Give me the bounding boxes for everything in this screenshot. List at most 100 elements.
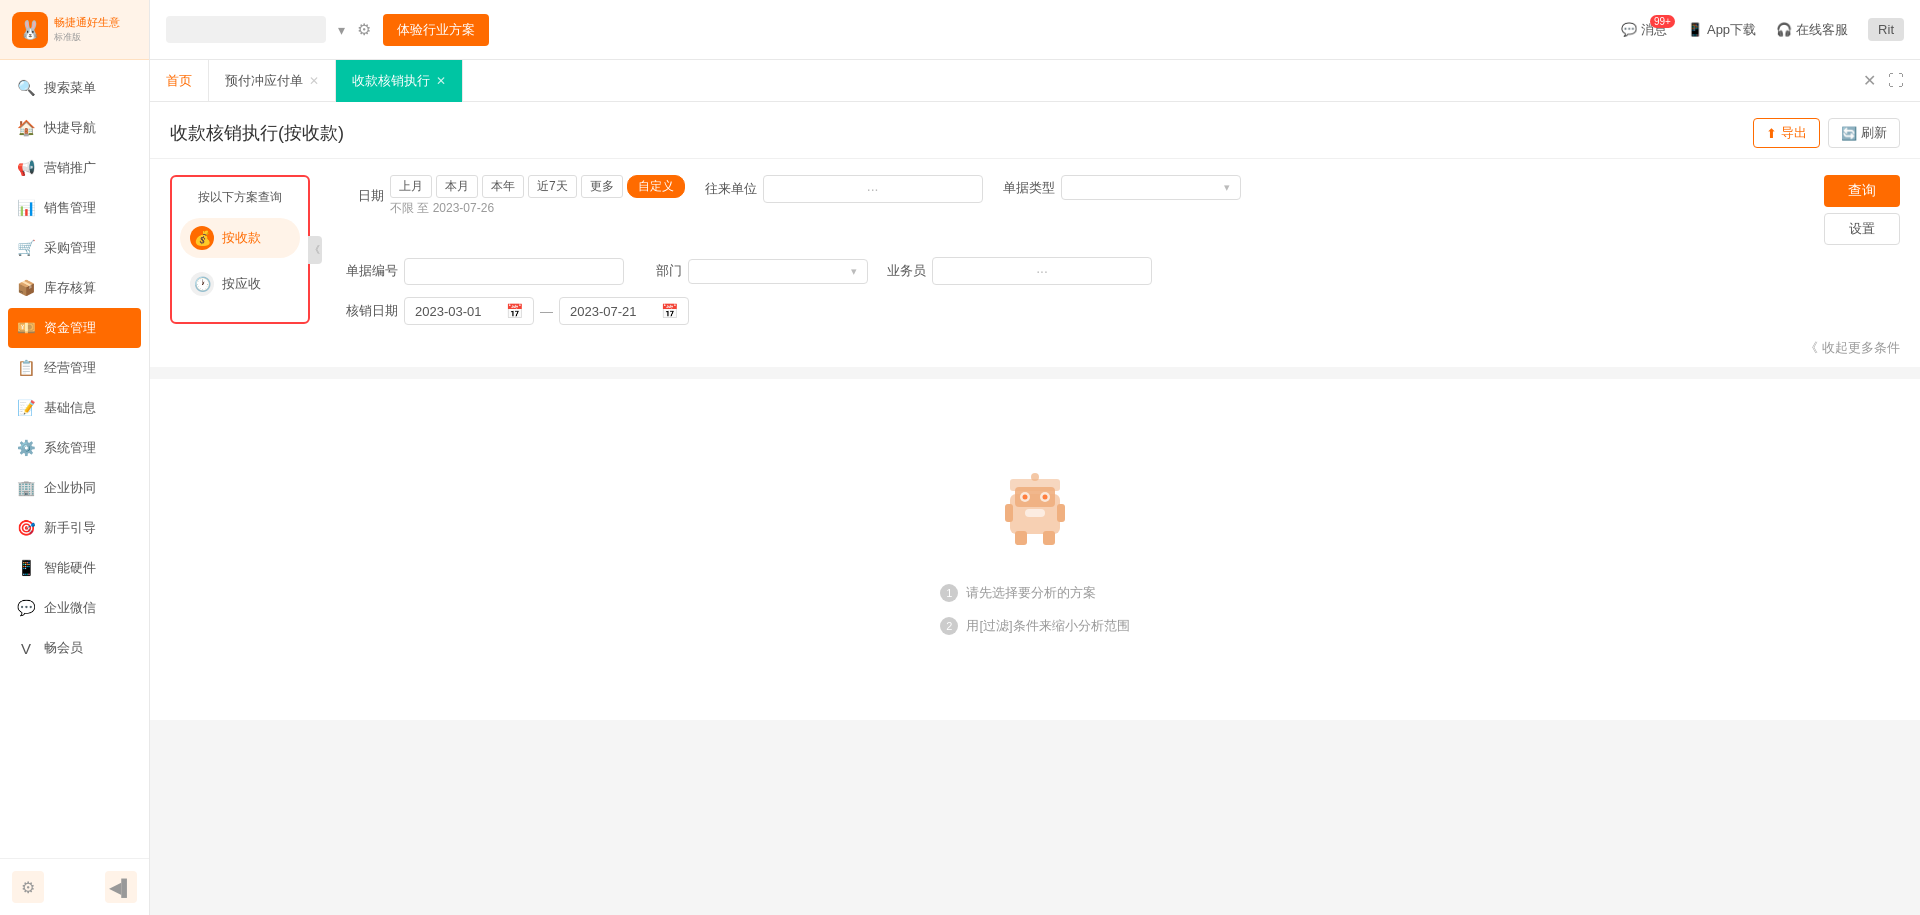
sidebar-item-member[interactable]: V 畅会员 — [0, 628, 149, 668]
wechat-icon: 💬 — [16, 598, 36, 618]
topbar-gear-btn[interactable]: ⚙ — [357, 20, 371, 39]
logo-icon: 🐰 — [12, 12, 48, 48]
refresh-icon: 🔄 — [1841, 126, 1857, 141]
page-title: 收款核销执行(按收款) — [170, 121, 344, 145]
filter-sidebar: 按以下方案查询 💰 按收款 🕐 按应收 《 — [170, 175, 310, 324]
maximize-btn[interactable]: ⛶ — [1884, 68, 1908, 94]
date-btn-custom[interactable]: 自定义 — [627, 175, 685, 198]
date-separator: — — [540, 304, 553, 319]
sidebar-item-purchase[interactable]: 🛒 采购管理 — [0, 228, 149, 268]
svg-point-12 — [1031, 473, 1039, 481]
sidebar-item-wechat[interactable]: 💬 企业微信 — [0, 588, 149, 628]
doc-number-input[interactable] — [404, 258, 624, 285]
settings-bottom-btn[interactable]: ⚙ — [12, 871, 44, 903]
guide-icon: 🎯 — [16, 518, 36, 538]
sidebar-item-basic[interactable]: 📝 基础信息 — [0, 388, 149, 428]
empty-tip-1: 1 请先选择要分析的方案 — [940, 579, 1129, 608]
filter-option-by-receipt[interactable]: 💰 按收款 — [180, 218, 300, 258]
tab-receipt-close[interactable]: ✕ — [436, 74, 446, 88]
collapse-sidebar-btn[interactable]: ◀▌ — [105, 871, 137, 903]
tip-num-2: 2 — [940, 617, 958, 635]
sidebar-item-guide[interactable]: 🎯 新手引导 — [0, 508, 149, 548]
filter-sidebar-collapse-btn[interactable]: 《 — [308, 236, 322, 264]
enterprise-icon: 🏢 — [16, 478, 36, 498]
export-icon: ⬆ — [1766, 126, 1777, 141]
counterparty-input[interactable]: ··· — [763, 175, 983, 203]
close-tab-btn[interactable]: ✕ — [1859, 67, 1880, 94]
doc-type-dropdown-arrow: ▾ — [1224, 181, 1230, 194]
topbar-dropdown-btn[interactable]: ▾ — [338, 22, 345, 38]
date-btn-7days[interactable]: 近7天 — [528, 175, 577, 198]
sidebar-bottom: ⚙ ◀▌ — [0, 858, 149, 915]
query-btn[interactable]: 查询 — [1824, 175, 1900, 207]
empty-tips: 1 请先选择要分析的方案 2 用[过滤]条件来缩小分析范围 — [940, 579, 1129, 640]
member-icon: V — [16, 638, 36, 658]
sidebar-item-inventory[interactable]: 📦 库存核算 — [0, 268, 149, 308]
writeoff-date-end-input[interactable]: 2023-07-21 📅 — [559, 297, 689, 325]
sidebar-item-operations[interactable]: 📋 经营管理 — [0, 348, 149, 388]
sidebar-item-enterprise[interactable]: 🏢 企业协同 — [0, 468, 149, 508]
date-btn-this-year[interactable]: 本年 — [482, 175, 524, 198]
writeoff-date-start-input[interactable]: 2023-03-01 📅 — [404, 297, 534, 325]
doc-number-field: 单据编号 — [342, 258, 624, 285]
export-btn[interactable]: ⬆ 导出 — [1753, 118, 1820, 148]
doc-type-label: 单据类型 — [999, 179, 1055, 197]
settings-btn[interactable]: 设置 — [1824, 213, 1900, 245]
service-icon: 🎧 — [1776, 22, 1792, 37]
calendar-start-icon[interactable]: 📅 — [506, 303, 523, 319]
collapse-more-btn[interactable]: 《 收起更多条件 — [342, 333, 1900, 367]
tabbar-actions: ✕ ⛶ — [1859, 67, 1920, 94]
dept-field: 部门 ▾ — [640, 259, 868, 284]
app-icon: 📱 — [1687, 22, 1703, 37]
date-btn-this-month[interactable]: 本月 — [436, 175, 478, 198]
page-header: 收款核销执行(按收款) ⬆ 导出 🔄 刷新 — [150, 102, 1920, 159]
sidebar-item-finance[interactable]: 💴 资金管理 — [8, 308, 141, 348]
doc-type-select[interactable]: ▾ — [1061, 175, 1241, 200]
refresh-btn[interactable]: 🔄 刷新 — [1828, 118, 1900, 148]
date-btn-last-month[interactable]: 上月 — [390, 175, 432, 198]
marketing-icon: 📢 — [16, 158, 36, 178]
filter-sidebar-title: 按以下方案查询 — [180, 189, 300, 206]
sidebar-item-search[interactable]: 🔍 搜索菜单 — [0, 68, 149, 108]
logo-text: 畅捷通好生意 — [54, 15, 120, 30]
sidebar-item-system[interactable]: ⚙️ 系统管理 — [0, 428, 149, 468]
svg-rect-10 — [1043, 531, 1055, 545]
user-profile-btn[interactable]: Rit — [1868, 18, 1904, 41]
message-btn[interactable]: 💬 消息 99+ — [1621, 21, 1667, 39]
message-icon: 💬 — [1621, 22, 1637, 37]
topbar-search-input[interactable] — [166, 16, 326, 43]
system-icon: ⚙️ — [16, 438, 36, 458]
calendar-end-icon[interactable]: 📅 — [661, 303, 678, 319]
staff-input[interactable]: ··· — [932, 257, 1152, 285]
sidebar-item-smart[interactable]: 📱 智能硬件 — [0, 548, 149, 588]
empty-illustration — [985, 459, 1085, 559]
sidebar-item-marketing[interactable]: 📢 营销推广 — [0, 148, 149, 188]
svg-rect-6 — [1025, 509, 1045, 517]
receivable-filter-icon: 🕐 — [190, 272, 214, 296]
page-actions: ⬆ 导出 🔄 刷新 — [1753, 118, 1900, 148]
query-btn-group: 查询 设置 — [1824, 175, 1900, 245]
main-area: ▾ ⚙ 体验行业方案 💬 消息 99+ 📱 App下载 🎧 在线客服 Rit 首… — [150, 0, 1920, 915]
tab-receipt[interactable]: 收款核销执行 ✕ — [336, 60, 463, 102]
topbar-right: 💬 消息 99+ 📱 App下载 🎧 在线客服 Rit — [1621, 18, 1904, 41]
sidebar-nav: 🔍 搜索菜单 🏠 快捷导航 📢 营销推广 📊 销售管理 🛒 采购管理 📦 库存核… — [0, 60, 149, 858]
dept-select[interactable]: ▾ — [688, 259, 868, 284]
sidebar-item-quicknav[interactable]: 🏠 快捷导航 — [0, 108, 149, 148]
sales-icon: 📊 — [16, 198, 36, 218]
date-btn-more[interactable]: 更多 — [581, 175, 623, 198]
sidebar-item-sales[interactable]: 📊 销售管理 — [0, 188, 149, 228]
app-download-btn[interactable]: 📱 App下载 — [1687, 21, 1756, 39]
online-service-btn[interactable]: 🎧 在线客服 — [1776, 21, 1848, 39]
writeoff-date-label: 核销日期 — [342, 302, 398, 320]
inventory-icon: 📦 — [16, 278, 36, 298]
tab-home[interactable]: 首页 — [150, 60, 209, 102]
home-icon: 🏠 — [16, 118, 36, 138]
writeoff-date-field: 核销日期 2023-03-01 📅 — 2023-07-21 📅 — [342, 297, 689, 325]
tab-prepay-close[interactable]: ✕ — [309, 74, 319, 88]
counterparty-field: 往来单位 ··· — [701, 175, 983, 203]
logo-badge: 标准版 — [54, 31, 120, 44]
svg-rect-9 — [1015, 531, 1027, 545]
filter-option-by-receivable[interactable]: 🕐 按应收 — [180, 264, 300, 304]
industry-solution-btn[interactable]: 体验行业方案 — [383, 14, 489, 46]
tab-prepay[interactable]: 预付冲应付单 ✕ — [209, 60, 336, 102]
